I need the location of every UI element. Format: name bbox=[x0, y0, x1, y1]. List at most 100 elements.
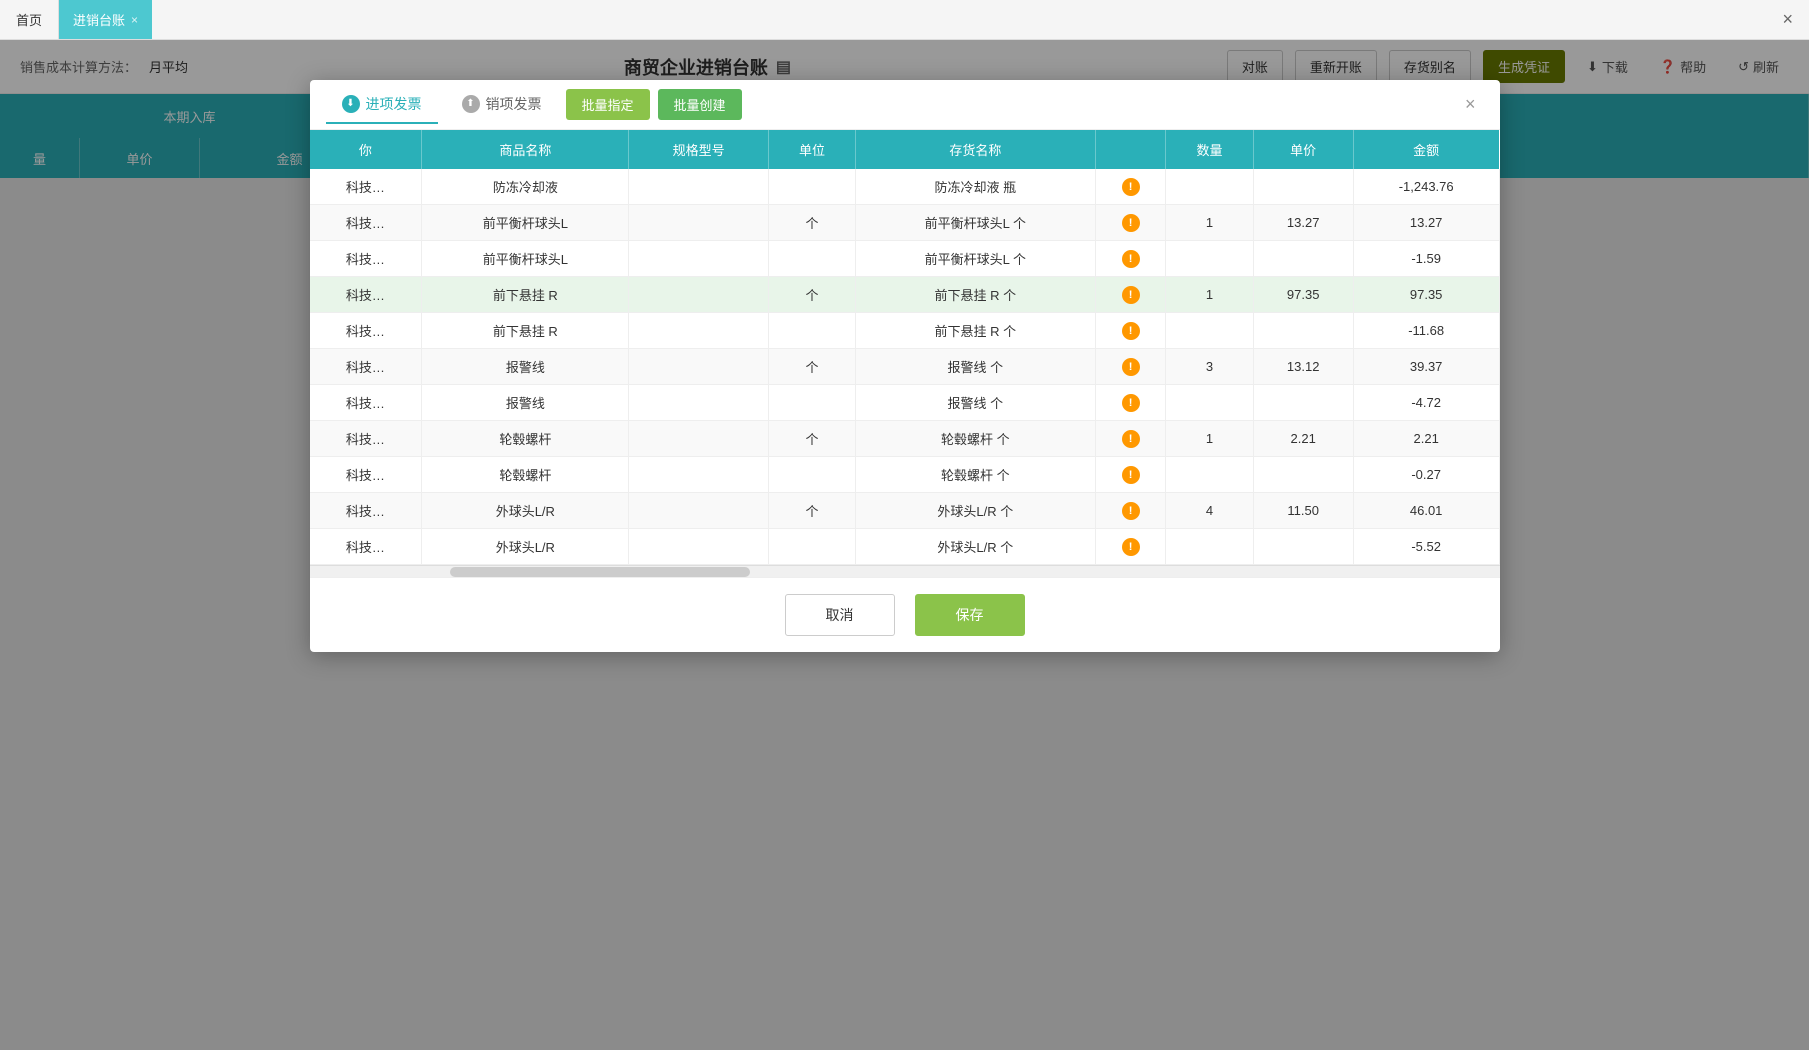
cell-warning: ! bbox=[1095, 205, 1166, 241]
cell-company: 科技… bbox=[310, 277, 422, 313]
th-qty: 数量 bbox=[1166, 130, 1253, 169]
modal-scrollbar[interactable] bbox=[310, 565, 1500, 577]
cell-company: 科技… bbox=[310, 421, 422, 457]
cell-warning: ! bbox=[1095, 169, 1166, 205]
cell-amount: -11.68 bbox=[1353, 313, 1499, 349]
modal-overlay: ⬇ 进项发票 ⬆ 销项发票 批量指定 批量创建 × bbox=[0, 40, 1809, 1050]
jinxiang-tab-label: 进项发票 bbox=[366, 94, 422, 114]
tab-jinxiang-fapiao[interactable]: ⬇ 进项发票 bbox=[326, 86, 438, 124]
cell-storage-name: 前下悬挂 R 个 bbox=[856, 277, 1096, 313]
cell-product: 外球头L/R bbox=[422, 529, 629, 565]
warning-icon: ! bbox=[1122, 466, 1140, 484]
table-row: 科技… 轮毂螺杆 个 轮毂螺杆 个 ! 1 2.21 2.21 bbox=[310, 421, 1500, 457]
warning-icon: ! bbox=[1122, 214, 1140, 232]
modal-action-buttons: 批量指定 批量创建 bbox=[566, 89, 742, 120]
home-tab[interactable]: 首页 bbox=[0, 0, 59, 39]
page-close-button[interactable]: × bbox=[1766, 0, 1809, 39]
table-row: 科技… 前平衡杆球头L 前平衡杆球头L 个 ! -1.59 bbox=[310, 241, 1500, 277]
cell-warning: ! bbox=[1095, 349, 1166, 385]
cell-spec bbox=[629, 349, 769, 385]
warning-icon: ! bbox=[1122, 250, 1140, 268]
cell-product: 前平衡杆球头L bbox=[422, 205, 629, 241]
cell-unit: 个 bbox=[768, 205, 855, 241]
th-product: 商品名称 bbox=[422, 130, 629, 169]
warning-icon: ! bbox=[1122, 430, 1140, 448]
cell-warning: ! bbox=[1095, 457, 1166, 493]
cell-storage-name: 轮毂螺杆 个 bbox=[856, 421, 1096, 457]
table-row: 科技… 前平衡杆球头L 个 前平衡杆球头L 个 ! 1 13.27 13.27 bbox=[310, 205, 1500, 241]
cell-unit: 个 bbox=[768, 493, 855, 529]
cell-company: 科技… bbox=[310, 205, 422, 241]
tab-xiaoxiang-fapiao[interactable]: ⬆ 销项发票 bbox=[446, 86, 558, 124]
cell-storage-name: 前平衡杆球头L 个 bbox=[856, 241, 1096, 277]
warning-icon: ! bbox=[1122, 178, 1140, 196]
cell-warning: ! bbox=[1095, 385, 1166, 421]
th-spec: 规格型号 bbox=[629, 130, 769, 169]
cell-amount: 39.37 bbox=[1353, 349, 1499, 385]
cell-product: 前下悬挂 R bbox=[422, 313, 629, 349]
cell-qty bbox=[1166, 169, 1253, 205]
cell-storage-name: 前平衡杆球头L 个 bbox=[856, 205, 1096, 241]
tab-close-icon[interactable]: × bbox=[131, 13, 138, 27]
warning-icon: ! bbox=[1122, 538, 1140, 556]
top-bar: 首页 进销台账 × × bbox=[0, 0, 1809, 40]
cell-amount: 46.01 bbox=[1353, 493, 1499, 529]
cell-product: 报警线 bbox=[422, 385, 629, 421]
cell-company: 科技… bbox=[310, 169, 422, 205]
modal-table-container[interactable]: 你 商品名称 规格型号 单位 存货名称 数量 单价 金额 科技… bbox=[310, 130, 1500, 565]
cell-qty: 1 bbox=[1166, 421, 1253, 457]
cell-unit: 个 bbox=[768, 349, 855, 385]
cell-price: 97.35 bbox=[1253, 277, 1353, 313]
cell-amount: -5.52 bbox=[1353, 529, 1499, 565]
cell-product: 轮毂螺杆 bbox=[422, 421, 629, 457]
cell-spec bbox=[629, 457, 769, 493]
cell-storage-name: 防冻冷却液 瓶 bbox=[856, 169, 1096, 205]
cell-company: 科技… bbox=[310, 529, 422, 565]
cell-unit bbox=[768, 169, 855, 205]
cell-unit bbox=[768, 241, 855, 277]
cell-price: 13.27 bbox=[1253, 205, 1353, 241]
save-button[interactable]: 保存 bbox=[915, 594, 1025, 636]
cell-warning: ! bbox=[1095, 493, 1166, 529]
th-warning bbox=[1095, 130, 1166, 169]
cell-warning: ! bbox=[1095, 241, 1166, 277]
cell-product: 报警线 bbox=[422, 349, 629, 385]
table-row: 科技… 防冻冷却液 防冻冷却液 瓶 ! -1,243.76 bbox=[310, 169, 1500, 205]
cell-price: 2.21 bbox=[1253, 421, 1353, 457]
xiaoxiang-tab-icon: ⬆ bbox=[462, 95, 480, 113]
cell-price bbox=[1253, 241, 1353, 277]
cell-company: 科技… bbox=[310, 385, 422, 421]
cell-unit bbox=[768, 457, 855, 493]
batch-assign-button[interactable]: 批量指定 bbox=[566, 89, 650, 120]
cell-warning: ! bbox=[1095, 313, 1166, 349]
cell-qty bbox=[1166, 313, 1253, 349]
xiaoxiang-tab-label: 销项发票 bbox=[486, 94, 542, 114]
batch-create-button[interactable]: 批量创建 bbox=[658, 89, 742, 120]
cancel-button[interactable]: 取消 bbox=[785, 594, 895, 636]
cell-company: 科技… bbox=[310, 349, 422, 385]
cell-unit: 个 bbox=[768, 277, 855, 313]
cell-price bbox=[1253, 313, 1353, 349]
cell-qty bbox=[1166, 529, 1253, 565]
cell-spec bbox=[629, 421, 769, 457]
th-amount: 金额 bbox=[1353, 130, 1499, 169]
table-row: 科技… 前下悬挂 R 个 前下悬挂 R 个 ! 1 97.35 97.35 bbox=[310, 277, 1500, 313]
cell-qty bbox=[1166, 457, 1253, 493]
page-area: 销售成本计算方法： 月平均 商贸企业进销台账 ▤ 对账 重新开账 存货别名 生成… bbox=[0, 40, 1809, 1050]
cell-unit bbox=[768, 313, 855, 349]
modal-scrollbar-thumb[interactable] bbox=[450, 567, 750, 577]
table-row: 科技… 外球头L/R 个 外球头L/R 个 ! 4 11.50 46.01 bbox=[310, 493, 1500, 529]
cell-amount: -1,243.76 bbox=[1353, 169, 1499, 205]
cell-spec bbox=[629, 205, 769, 241]
table-header-row: 你 商品名称 规格型号 单位 存货名称 数量 单价 金额 bbox=[310, 130, 1500, 169]
modal-close-button[interactable]: × bbox=[1457, 90, 1484, 119]
table-row: 科技… 报警线 报警线 个 ! -4.72 bbox=[310, 385, 1500, 421]
modal-dialog: ⬇ 进项发票 ⬆ 销项发票 批量指定 批量创建 × bbox=[310, 80, 1500, 652]
th-storage-name: 存货名称 bbox=[856, 130, 1096, 169]
modal-table: 你 商品名称 规格型号 单位 存货名称 数量 单价 金额 科技… bbox=[310, 130, 1500, 565]
cell-qty bbox=[1166, 241, 1253, 277]
cell-storage-name: 报警线 个 bbox=[856, 385, 1096, 421]
jinxiao-tab[interactable]: 进销台账 × bbox=[59, 0, 152, 39]
th-unit: 单位 bbox=[768, 130, 855, 169]
cell-qty: 3 bbox=[1166, 349, 1253, 385]
